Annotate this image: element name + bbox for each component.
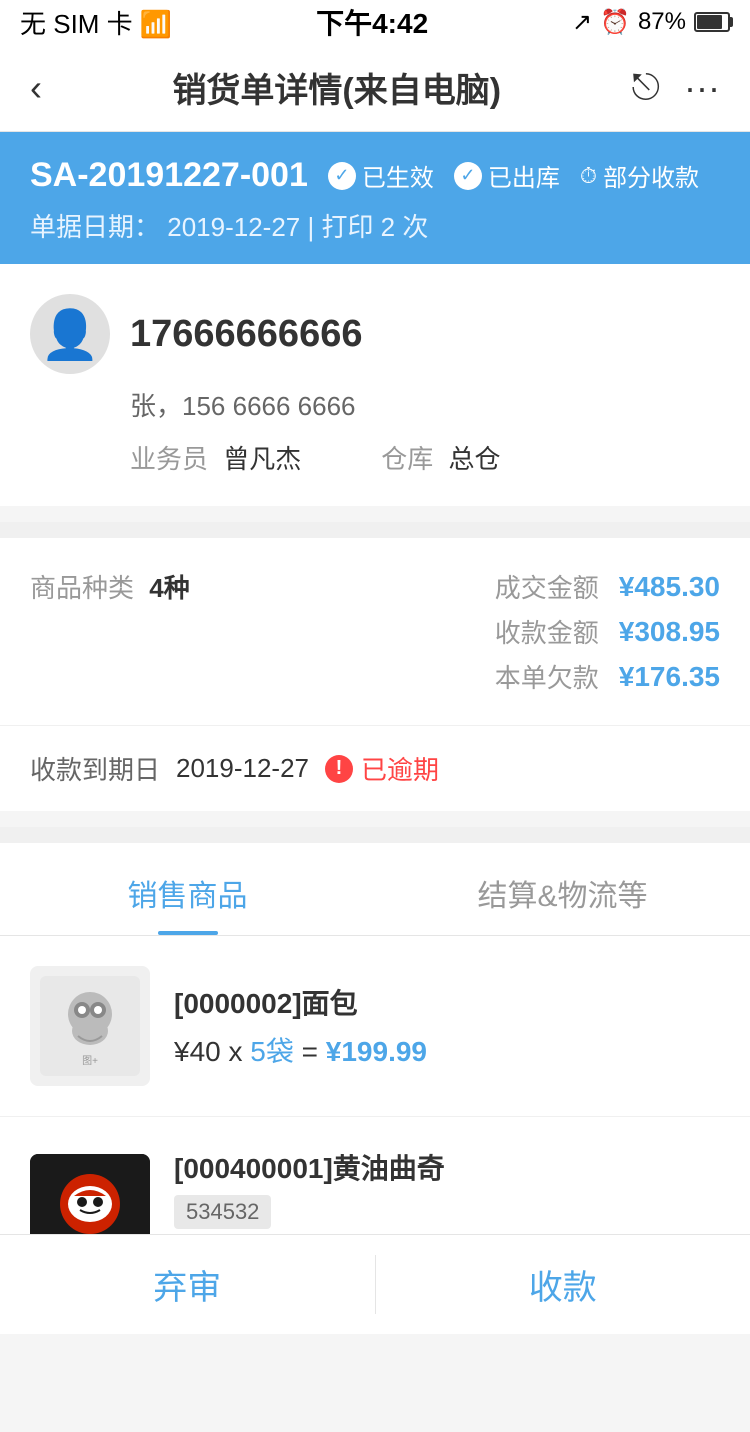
type-count: 4种 xyxy=(149,573,189,603)
order-date-row: 单据日期： 2019-12-27 | 打印 2 次 xyxy=(30,207,720,244)
sales-label: 业务员 xyxy=(130,444,208,474)
debt-label: 本单欠款 xyxy=(495,658,599,695)
overdue-icon: ! xyxy=(325,755,353,783)
product-sku-2: 534532 xyxy=(174,1195,271,1229)
stats-section: 商品种类 4种 成交金额 ¥485.30 收款金额 ¥308.95 本单欠款 ¥… xyxy=(0,538,750,725)
battery-icon xyxy=(694,12,730,32)
overdue-text: 已逾期 xyxy=(361,750,439,787)
warehouse-meta: 仓库 总仓 xyxy=(381,439,500,476)
customer-section: 👤 17666666666 张，156 6666 6666 业务员 曾凡杰 仓库… xyxy=(0,264,750,506)
received-value: ¥308.95 xyxy=(619,616,720,648)
clock-icon: ⏱ xyxy=(580,163,597,189)
more-button[interactable]: ··· xyxy=(684,67,720,109)
share-button[interactable]: ⎋ xyxy=(632,66,660,109)
type-label: 商品种类 xyxy=(30,573,134,603)
sales-meta: 业务员 曾凡杰 xyxy=(130,439,301,476)
product-thumb-1: 图+ xyxy=(30,966,150,1086)
customer-name: 17666666666 xyxy=(130,313,362,356)
received-row: 收款金额 ¥308.95 xyxy=(495,613,720,650)
status-right: ↗ ⏰ 87% xyxy=(572,8,730,37)
product-unit-price-1: ¥40 x xyxy=(174,1036,250,1067)
warehouse-value: 总仓 xyxy=(449,444,501,474)
sales-value: 曾凡杰 xyxy=(223,444,301,474)
check-icon-2 xyxy=(454,162,482,190)
nav-actions: ⎋ ··· xyxy=(632,66,720,109)
stats-right: 成交金额 ¥485.30 收款金额 ¥308.95 本单欠款 ¥176.35 xyxy=(495,568,720,695)
status-bar: 无 SIM 卡 📶 下午4:42 ↗ ⏰ 87% xyxy=(0,0,750,44)
back-button[interactable]: ‹ xyxy=(30,67,42,109)
product-image-1: 图+ xyxy=(40,976,140,1076)
bottom-bar: 弃审 收款 xyxy=(0,1234,750,1334)
due-date-section: 收款到期日 2019-12-27 ! 已逾期 xyxy=(0,725,750,811)
alarm-icon: ⏰ xyxy=(600,8,630,37)
badge-shipped: 已出库 xyxy=(454,158,560,193)
product-name-2: [000400001]黄油曲奇 xyxy=(174,1147,720,1187)
status-time: 下午4:42 xyxy=(316,2,428,42)
cancel-review-button[interactable]: 弃审 xyxy=(0,1235,375,1334)
avatar: 👤 xyxy=(30,294,110,374)
customer-meta: 业务员 曾凡杰 仓库 总仓 xyxy=(130,439,720,476)
tab-settlement[interactable]: 结算&物流等 xyxy=(375,843,750,935)
product-price-row-1: ¥40 x 5袋 = ¥199.99 xyxy=(174,1030,720,1070)
collect-button[interactable]: 收款 xyxy=(376,1235,750,1334)
amount-label: 成交金额 xyxy=(495,568,599,605)
debt-value: ¥176.35 xyxy=(619,661,720,693)
product-item: 图+ [0000002]面包 ¥40 x 5袋 = ¥199.99 xyxy=(0,936,750,1117)
status-left: 无 SIM 卡 📶 xyxy=(20,4,172,41)
svg-text:图+: 图+ xyxy=(82,1055,98,1067)
check-icon xyxy=(328,162,356,190)
due-label: 收款到期日 xyxy=(30,750,160,787)
separator-1 xyxy=(0,522,750,538)
due-date-value: 2019-12-27 xyxy=(176,753,309,784)
amount-row: 成交金额 ¥485.30 xyxy=(495,568,720,605)
warehouse-label: 仓库 xyxy=(381,444,433,474)
product-equals-1: = xyxy=(302,1036,326,1067)
stats-left: 商品种类 4种 xyxy=(30,568,190,605)
product-total-1: ¥199.99 xyxy=(326,1036,427,1067)
order-date: 2019-12-27 xyxy=(167,212,300,242)
nav-bar: ‹ 销货单详情(来自电脑) ⎋ ··· xyxy=(0,44,750,132)
page-title: 销货单详情(来自电脑) xyxy=(172,63,501,112)
tabs: 销售商品 结算&物流等 xyxy=(0,843,750,936)
badge-effective: 已生效 xyxy=(328,158,434,193)
customer-sub: 张，156 6666 6666 xyxy=(130,386,720,423)
battery-text: 87% xyxy=(638,8,686,36)
order-id: SA-20191227-001 xyxy=(30,156,308,195)
product-name-1: [0000002]面包 xyxy=(174,982,720,1022)
product-qty-1: 5袋 xyxy=(250,1036,294,1067)
product-info-1: [0000002]面包 ¥40 x 5袋 = ¥199.99 xyxy=(174,982,720,1070)
amount-value: ¥485.30 xyxy=(619,571,720,603)
overdue-badge: ! 已逾期 xyxy=(325,750,439,787)
badge-partial-payment: ⏱ 部分收款 xyxy=(580,158,699,193)
order-header-banner: SA-20191227-001 已生效 已出库 ⏱ 部分收款 单据日期： 201… xyxy=(0,132,750,264)
tab-sales-products[interactable]: 销售商品 xyxy=(0,843,375,935)
location-icon: ↗ xyxy=(572,8,592,37)
debt-row: 本单欠款 ¥176.35 xyxy=(495,658,720,695)
print-info: | 打印 2 次 xyxy=(307,212,428,242)
separator-2 xyxy=(0,827,750,843)
date-label: 单据日期： xyxy=(30,212,160,242)
received-label: 收款金额 xyxy=(495,613,599,650)
user-icon: 👤 xyxy=(40,306,100,363)
